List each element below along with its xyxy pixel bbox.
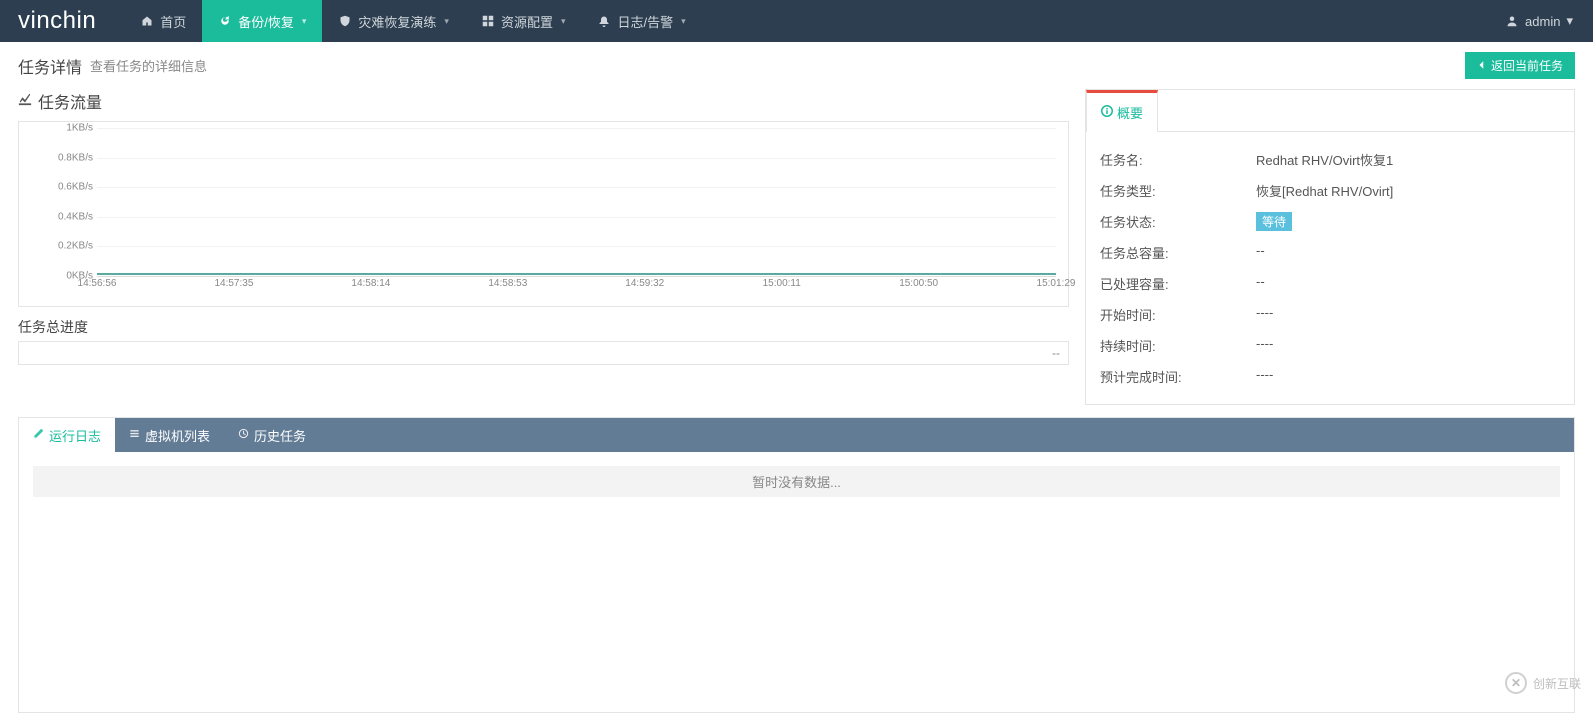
tab-summary-label: 概要: [1117, 103, 1143, 122]
x-tick: 14:56:56: [78, 278, 117, 289]
user-name: admin: [1525, 14, 1560, 29]
summary-body: 任务名:Redhat RHV/Ovirt恢复1 任务类型:恢复[Redhat R…: [1086, 132, 1574, 404]
nav-logs-label: 日志/告警: [617, 12, 673, 31]
tab-summary[interactable]: 概要: [1086, 90, 1158, 132]
tab-runlog[interactable]: 运行日志: [19, 418, 115, 452]
x-tick: 14:57:35: [214, 278, 253, 289]
tab-vmlist-label: 虚拟机列表: [145, 426, 210, 445]
log-body: 暂时没有数据...: [19, 452, 1574, 712]
tab-vmlist[interactable]: 虚拟机列表: [115, 418, 224, 452]
nav-disaster[interactable]: 灾难恢复演练 ▾: [322, 0, 465, 42]
sum-eta-val: ----: [1256, 367, 1273, 386]
progress-title: 任务总进度: [18, 317, 1069, 337]
sum-total-label: 任务总容量:: [1100, 243, 1256, 262]
y-tick: 0.4KB/s: [58, 211, 93, 222]
traffic-title-text: 任务流量: [38, 89, 102, 113]
y-tick: 0.2KB/s: [58, 241, 93, 252]
list-icon: [129, 428, 140, 442]
nav-disaster-label: 灾难恢复演练: [358, 12, 436, 31]
tab-history[interactable]: 历史任务: [224, 418, 320, 452]
chevron-down-icon: ▾: [444, 16, 449, 27]
summary-panel: 概要 任务名:Redhat RHV/Ovirt恢复1 任务类型:恢复[Redha…: [1085, 89, 1575, 405]
sum-name-label: 任务名:: [1100, 150, 1256, 169]
sum-duration-val: ----: [1256, 336, 1273, 355]
y-axis: 1KB/s 0.8KB/s 0.6KB/s 0.4KB/s 0.2KB/s 0K…: [25, 128, 97, 276]
x-tick: 15:00:50: [899, 278, 938, 289]
tab-runlog-label: 运行日志: [49, 426, 101, 445]
nav-resource[interactable]: 资源配置 ▾: [465, 0, 582, 42]
summary-tabs: 概要: [1086, 90, 1574, 132]
shield-icon: [338, 14, 352, 28]
chart-icon: [18, 92, 32, 111]
status-badge: 等待: [1256, 212, 1292, 231]
grid-icon: [481, 14, 495, 28]
progress-box: --: [18, 341, 1069, 365]
nav-items: 首页 备份/恢复 ▾ 灾难恢复演练 ▾ 资源配置 ▾: [124, 0, 1485, 42]
chevron-down-icon: ▾: [561, 16, 566, 27]
nav-home[interactable]: 首页: [124, 0, 202, 42]
chevron-down-icon: ▾: [302, 16, 307, 27]
x-tick: 14:58:14: [351, 278, 390, 289]
sum-status-label: 任务状态:: [1100, 212, 1256, 231]
logs-section: 运行日志 虚拟机列表 历史任务 暂时没有数据...: [18, 417, 1575, 713]
sum-start-val: ----: [1256, 305, 1273, 324]
log-tabs: 运行日志 虚拟机列表 历史任务: [19, 418, 1574, 452]
user-icon: [1505, 14, 1519, 28]
left-panel: 任务流量 1KB/s 0.8KB/s 0.6KB/s 0.4KB/s 0.2KB…: [18, 89, 1069, 365]
sum-processed-val: --: [1256, 274, 1265, 293]
clock-icon: [238, 428, 249, 442]
nav-backup[interactable]: 备份/恢复 ▾: [202, 0, 322, 42]
tab-history-label: 历史任务: [254, 426, 306, 445]
traffic-chart: 1KB/s 0.8KB/s 0.6KB/s 0.4KB/s 0.2KB/s 0K…: [18, 121, 1069, 307]
refresh-icon: [218, 14, 232, 28]
sum-type-label: 任务类型:: [1100, 181, 1256, 200]
y-tick: 0.6KB/s: [58, 182, 93, 193]
sum-name-val: Redhat RHV/Ovirt恢复1: [1256, 150, 1393, 169]
sum-type-val: 恢复[Redhat RHV/Ovirt]: [1256, 181, 1393, 200]
top-navbar: vinchin 首页 备份/恢复 ▾ 灾难恢复演练 ▾ 资源配置: [0, 0, 1593, 42]
page-title: 任务详情: [18, 54, 82, 78]
y-tick: 1KB/s: [66, 123, 93, 134]
sum-processed-label: 已处理容量:: [1100, 274, 1256, 293]
nav-resource-label: 资源配置: [501, 12, 553, 31]
chevron-down-icon: ▾: [1566, 13, 1573, 29]
edit-icon: [33, 428, 44, 442]
sum-duration-label: 持续时间:: [1100, 336, 1256, 355]
traffic-title: 任务流量: [18, 89, 1069, 113]
plot-line: [97, 273, 1056, 275]
arrow-left-icon: [1477, 59, 1487, 73]
sum-eta-label: 预计完成时间:: [1100, 367, 1256, 386]
nav-logs[interactable]: 日志/告警 ▾: [581, 0, 701, 42]
x-tick: 15:00:11: [763, 278, 801, 289]
progress-value: --: [1052, 346, 1060, 360]
y-tick: 0.8KB/s: [58, 152, 93, 163]
nav-home-label: 首页: [160, 12, 186, 31]
page-subtitle: 查看任务的详细信息: [90, 56, 207, 75]
content: 任务流量 1KB/s 0.8KB/s 0.6KB/s 0.4KB/s 0.2KB…: [0, 89, 1593, 405]
no-data-message: 暂时没有数据...: [33, 466, 1560, 497]
x-tick: 14:59:32: [625, 278, 664, 289]
user-menu[interactable]: admin ▾: [1485, 13, 1593, 29]
info-icon: [1101, 105, 1113, 120]
sum-total-val: --: [1256, 243, 1265, 262]
home-icon: [140, 14, 154, 28]
brand-logo: vinchin: [18, 7, 96, 35]
x-axis: 14:56:56 14:57:35 14:58:14 14:58:53 14:5…: [97, 276, 1056, 296]
nav-backup-label: 备份/恢复: [238, 12, 294, 31]
chevron-down-icon: ▾: [681, 16, 686, 27]
x-tick: 14:58:53: [488, 278, 527, 289]
x-tick: 15:01:29: [1037, 278, 1076, 289]
page-header: 任务详情 查看任务的详细信息 返回当前任务: [0, 42, 1593, 89]
return-button-label: 返回当前任务: [1491, 57, 1563, 74]
sum-start-label: 开始时间:: [1100, 305, 1256, 324]
return-current-task-button[interactable]: 返回当前任务: [1465, 52, 1575, 79]
bell-icon: [597, 14, 611, 28]
